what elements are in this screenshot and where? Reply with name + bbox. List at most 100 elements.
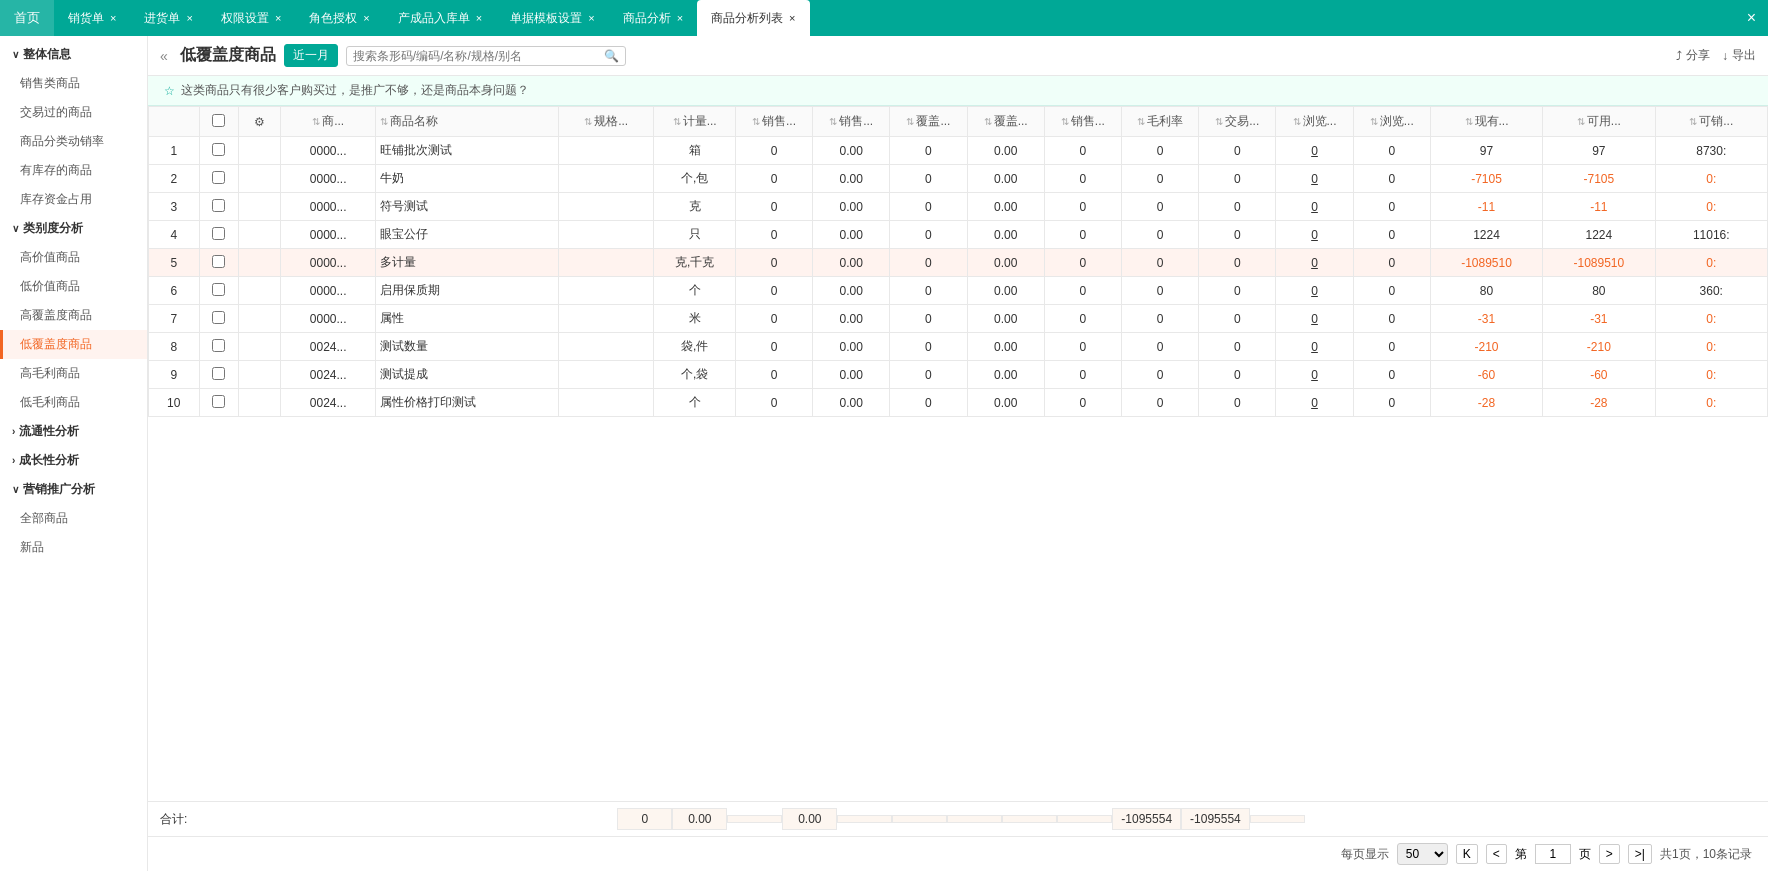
column-settings-icon[interactable]: ⚙ <box>254 115 265 129</box>
sidebar-item-new-goods[interactable]: 新品 <box>0 533 147 562</box>
sidebar-item-low-margin[interactable]: 低毛利商品 <box>0 388 147 417</box>
row-checkbox[interactable] <box>212 255 225 268</box>
row-checkbox[interactable] <box>212 227 225 240</box>
row-checkbox[interactable] <box>212 171 225 184</box>
cell-browse-cnt[interactable]: 0 <box>1276 249 1353 277</box>
sidebar-section-title-marketing[interactable]: ∨ 营销推广分析 <box>0 475 147 504</box>
cell-browse-cnt[interactable]: 0 <box>1276 333 1353 361</box>
collapse-sidebar-button[interactable]: « <box>160 48 168 64</box>
cell-check[interactable] <box>199 193 238 221</box>
col-header-cover-qty[interactable]: 覆盖... <box>890 107 967 137</box>
cell-browse-cnt[interactable]: 0 <box>1276 277 1353 305</box>
nav-close-all[interactable]: × <box>1735 9 1768 27</box>
nav-role-auth[interactable]: 角色授权 × <box>295 0 383 36</box>
cell-browse-cnt[interactable]: 0 <box>1276 165 1353 193</box>
cell-browse-cnt[interactable]: 0 <box>1276 193 1353 221</box>
cell-idx: 10 <box>149 389 200 417</box>
next-page-button[interactable]: > <box>1599 844 1620 864</box>
col-header-sales-cnt[interactable]: 销售... <box>1044 107 1121 137</box>
search-icon[interactable]: 🔍 <box>604 49 619 63</box>
nav-close-role[interactable]: × <box>363 12 369 24</box>
nav-close-analysis-list[interactable]: × <box>789 12 795 24</box>
sidebar-item-category-rate[interactable]: 商品分类动销率 <box>0 127 147 156</box>
sidebar-item-in-stock-goods[interactable]: 有库存的商品 <box>0 156 147 185</box>
nav-close-analysis[interactable]: × <box>677 12 683 24</box>
row-checkbox[interactable] <box>212 339 225 352</box>
time-filter-recent-month[interactable]: 近一月 <box>284 44 338 67</box>
nav-sales-order[interactable]: 销货单 × <box>54 0 130 36</box>
row-checkbox[interactable] <box>212 199 225 212</box>
row-checkbox[interactable] <box>212 311 225 324</box>
sidebar-section-title-overview[interactable]: ∨ 整体信息 <box>0 40 147 69</box>
nav-template-settings[interactable]: 单据模板设置 × <box>496 0 608 36</box>
row-checkbox[interactable] <box>212 367 225 380</box>
sidebar-section-title-growth[interactable]: › 成长性分析 <box>0 446 147 475</box>
cell-check[interactable] <box>199 137 238 165</box>
nav-purchase-order[interactable]: 进货单 × <box>130 0 206 36</box>
nav-permission[interactable]: 权限设置 × <box>207 0 295 36</box>
col-header-browse-pv[interactable]: 浏览... <box>1353 107 1430 137</box>
cell-browse-cnt[interactable]: 0 <box>1276 137 1353 165</box>
cell-check[interactable] <box>199 249 238 277</box>
cell-check[interactable] <box>199 221 238 249</box>
sidebar-section-title-category[interactable]: ∨ 类别度分析 <box>0 214 147 243</box>
first-page-button[interactable]: K <box>1456 844 1478 864</box>
row-checkbox[interactable] <box>212 395 225 408</box>
sidebar-item-high-value[interactable]: 高价值商品 <box>0 243 147 272</box>
cell-check[interactable] <box>199 361 238 389</box>
sidebar-item-traded-goods[interactable]: 交易过的商品 <box>0 98 147 127</box>
page-number-input[interactable] <box>1535 844 1571 864</box>
col-header-browse-cnt[interactable]: 浏览... <box>1276 107 1353 137</box>
cell-check[interactable] <box>199 165 238 193</box>
prev-page-button[interactable]: < <box>1486 844 1507 864</box>
col-header-sellable[interactable]: 可销... <box>1655 107 1768 137</box>
sidebar-item-low-coverage[interactable]: 低覆盖度商品 <box>0 330 147 359</box>
cell-browse-cnt[interactable]: 0 <box>1276 361 1353 389</box>
nav-close-purchase[interactable]: × <box>186 12 192 24</box>
col-header-check[interactable] <box>199 107 238 137</box>
sidebar-item-sales-goods[interactable]: 销售类商品 <box>0 69 147 98</box>
col-header-code[interactable]: 商... <box>280 107 375 137</box>
nav-close-template[interactable]: × <box>588 12 594 24</box>
cell-check[interactable] <box>199 305 238 333</box>
nav-close-sales-order[interactable]: × <box>110 12 116 24</box>
col-header-spec[interactable]: 规格... <box>558 107 653 137</box>
sidebar-item-high-margin[interactable]: 高毛利商品 <box>0 359 147 388</box>
cell-browse-cnt[interactable]: 0 <box>1276 389 1353 417</box>
nav-close-permission[interactable]: × <box>275 12 281 24</box>
sidebar-item-high-coverage[interactable]: 高覆盖度商品 <box>0 301 147 330</box>
sidebar-item-stock-capital[interactable]: 库存资金占用 <box>0 185 147 214</box>
col-header-sales-qty[interactable]: 销售... <box>735 107 812 137</box>
col-header-name[interactable]: 商品名称 <box>376 107 559 137</box>
row-checkbox[interactable] <box>212 283 225 296</box>
cell-check[interactable] <box>199 277 238 305</box>
cell-browse-cnt[interactable]: 0 <box>1276 305 1353 333</box>
share-button[interactable]: ⤴ 分享 <box>1676 47 1710 64</box>
export-button[interactable]: ↓ 导出 <box>1722 47 1756 64</box>
cell-browse-cnt[interactable]: 0 <box>1276 221 1353 249</box>
nav-goods-analysis-list[interactable]: 商品分析列表 × <box>697 0 809 36</box>
col-header-trade[interactable]: 交易... <box>1199 107 1276 137</box>
nav-goods-analysis[interactable]: 商品分析 × <box>609 0 697 36</box>
nav-close-storage[interactable]: × <box>476 12 482 24</box>
sidebar-item-all-goods[interactable]: 全部商品 <box>0 504 147 533</box>
cell-browse-pv: 0 <box>1353 221 1430 249</box>
row-checkbox[interactable] <box>212 143 225 156</box>
col-header-curr-inv[interactable]: 现有... <box>1430 107 1542 137</box>
col-header-sales-amt[interactable]: 销售... <box>813 107 890 137</box>
cell-check[interactable] <box>199 333 238 361</box>
nav-product-storage[interactable]: 产成品入库单 × <box>384 0 496 36</box>
nav-home[interactable]: 首页 <box>0 0 54 36</box>
col-header-avail-inv[interactable]: 可用... <box>1543 107 1655 137</box>
col-header-settings[interactable]: ⚙ <box>238 107 280 137</box>
last-page-button[interactable]: >| <box>1628 844 1652 864</box>
col-header-unit[interactable]: 计量... <box>654 107 735 137</box>
select-all-checkbox[interactable] <box>212 114 225 127</box>
sidebar-section-title-liquidity[interactable]: › 流通性分析 <box>0 417 147 446</box>
col-header-gross-rate[interactable]: 毛利率 <box>1121 107 1198 137</box>
cell-check[interactable] <box>199 389 238 417</box>
sidebar-item-low-value[interactable]: 低价值商品 <box>0 272 147 301</box>
search-input[interactable] <box>353 49 604 63</box>
col-header-cover-amt[interactable]: 覆盖... <box>967 107 1044 137</box>
page-size-select[interactable]: 50 100 200 <box>1397 843 1448 865</box>
